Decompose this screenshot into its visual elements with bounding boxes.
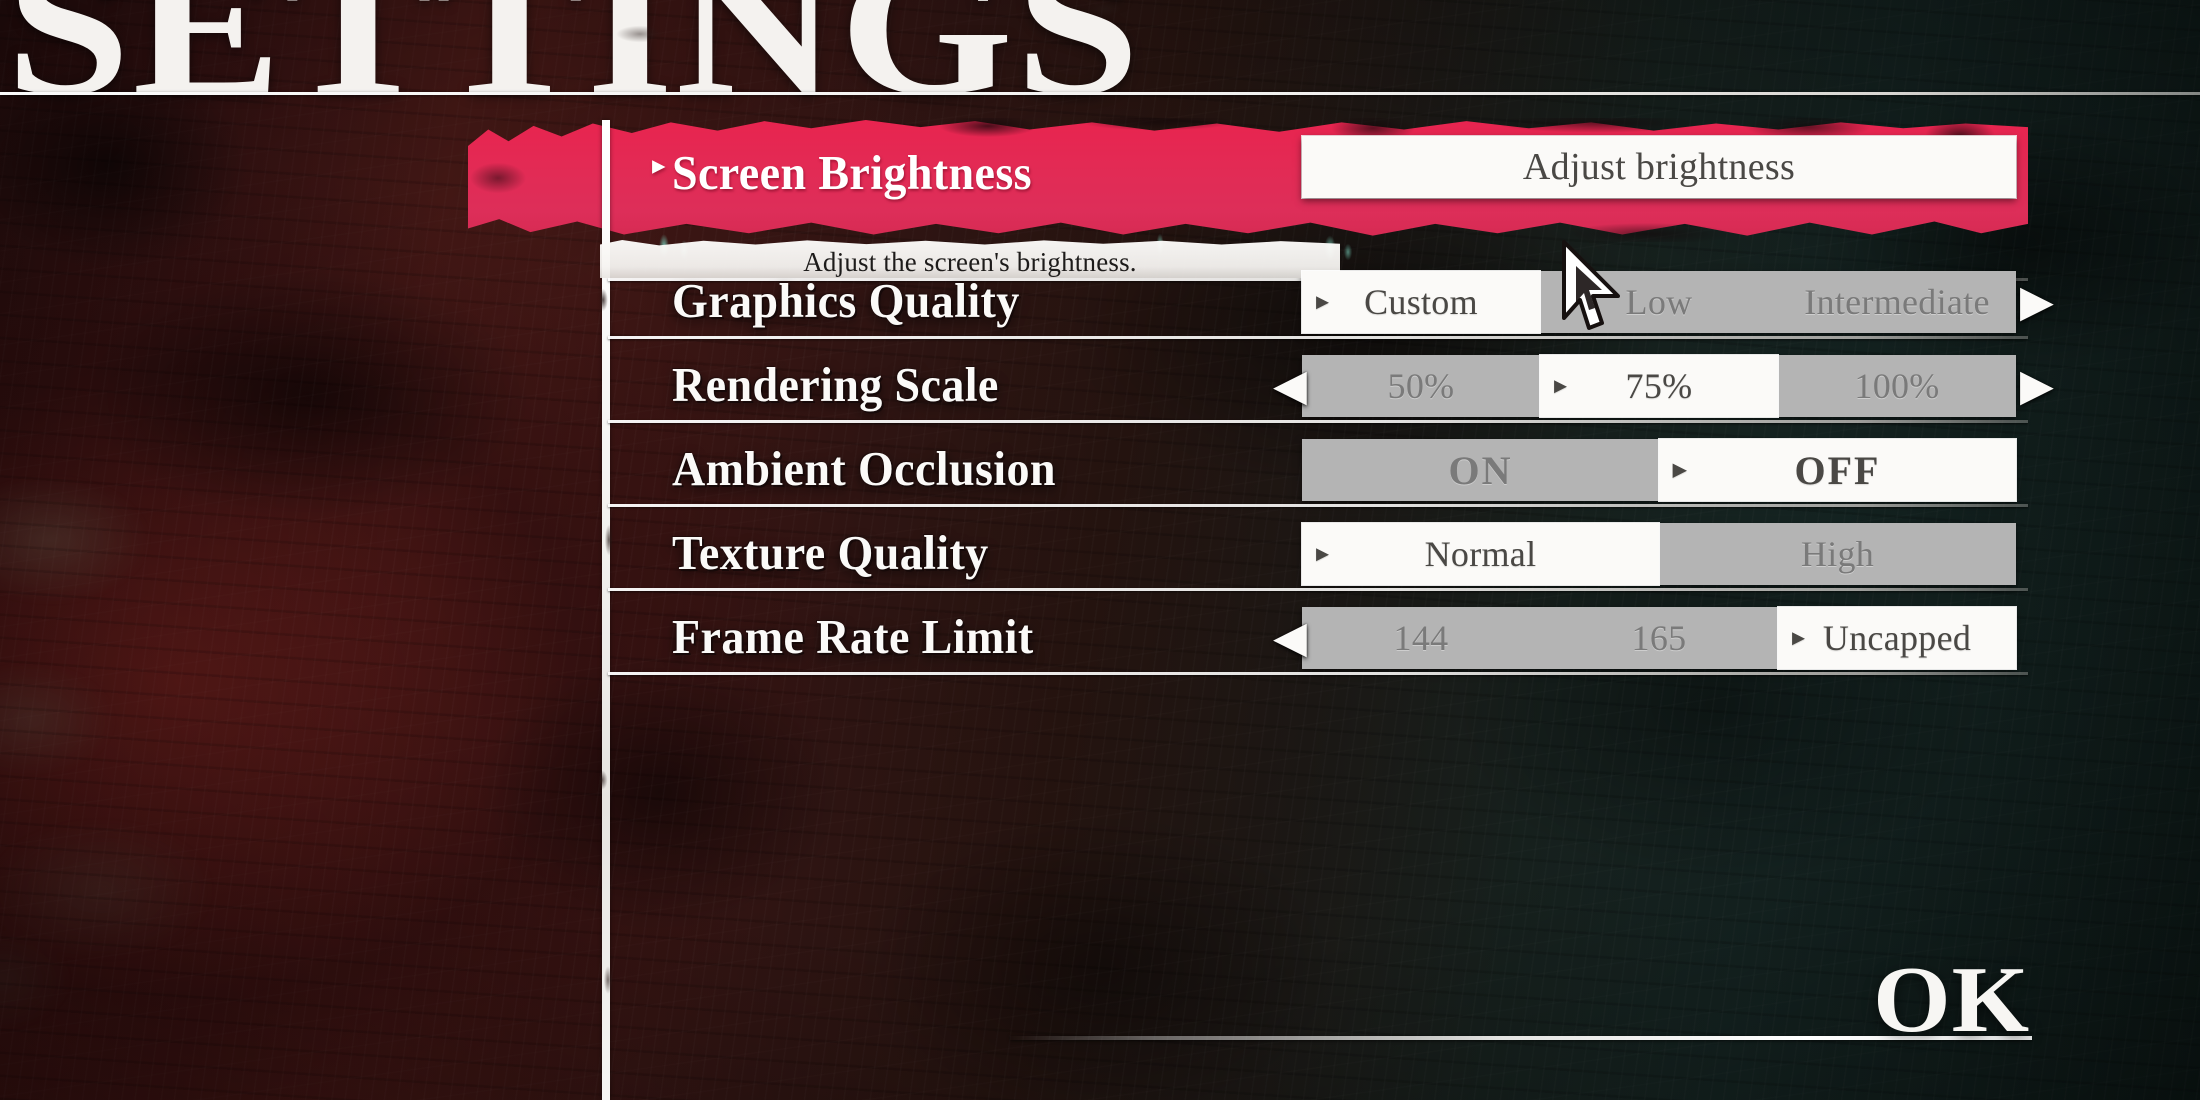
setting-row[interactable]: ▸ Screen Brightness Adjust brightness	[0, 130, 2200, 281]
segmented-control[interactable]: CustomLowIntermediate	[1302, 271, 2016, 333]
settings-list: ▸ Screen Brightness Adjust brightness Graph…	[0, 0, 2200, 1100]
segment-option[interactable]: 75%	[1540, 355, 1778, 417]
next-arrow-icon[interactable]: ▶	[2020, 355, 2054, 417]
segment-option[interactable]: Custom	[1302, 271, 1540, 333]
segment-option[interactable]: 50%	[1302, 355, 1540, 417]
segment-option[interactable]: 165	[1540, 607, 1778, 669]
segment-option[interactable]: 100%	[1778, 355, 2016, 417]
row-separator	[608, 672, 2028, 675]
segment-option[interactable]: High	[1659, 523, 2016, 585]
segmented-control[interactable]: 50%75%100%	[1302, 355, 2016, 417]
segmented-control[interactable]: 144165Uncapped	[1302, 607, 2016, 669]
next-arrow-icon[interactable]: ▶	[2020, 271, 2054, 333]
setting-row[interactable]: Frame Rate Limit144165Uncapped◀	[0, 594, 2200, 714]
ok-button[interactable]: OK	[1873, 946, 2030, 1054]
row-separator	[608, 504, 2028, 507]
segmented-control[interactable]: NormalHigh	[1302, 523, 2016, 585]
row-separator	[608, 588, 2028, 591]
segment-option[interactable]: Uncapped	[1778, 607, 2016, 669]
segment-option[interactable]: 144	[1302, 607, 1540, 669]
prev-arrow-icon[interactable]: ◀	[1273, 355, 1307, 417]
prev-arrow-icon[interactable]: ◀	[1273, 607, 1307, 669]
segment-option[interactable]: Intermediate	[1778, 271, 2016, 333]
adjust-brightness-button[interactable]: Adjust brightness	[1302, 136, 2016, 198]
segment-option[interactable]: Normal	[1302, 523, 1659, 585]
row-separator	[608, 336, 2028, 339]
segment-option[interactable]: ON	[1302, 439, 1659, 501]
setting-label: Ambient Occlusion	[672, 441, 1056, 496]
segment-option[interactable]: OFF	[1659, 439, 2016, 501]
settings-screen: SETTINGS ▸ Screen Brightness Adjust bright…	[0, 0, 2200, 1100]
row-separator	[608, 420, 2028, 423]
setting-label: Texture Quality	[672, 525, 989, 580]
setting-label: Rendering Scale	[672, 357, 999, 412]
segmented-control[interactable]: ONOFF	[1302, 439, 2016, 501]
confirm-area[interactable]: OK	[1000, 948, 2040, 1080]
mouse-cursor-icon	[1556, 240, 1632, 336]
row-selected-marker-icon: ▸	[652, 150, 666, 180]
setting-label: Screen Brightness	[672, 145, 1032, 200]
selected-row-description: Adjust the screen's brightness.	[803, 246, 1137, 277]
setting-label: Frame Rate Limit	[672, 609, 1034, 664]
